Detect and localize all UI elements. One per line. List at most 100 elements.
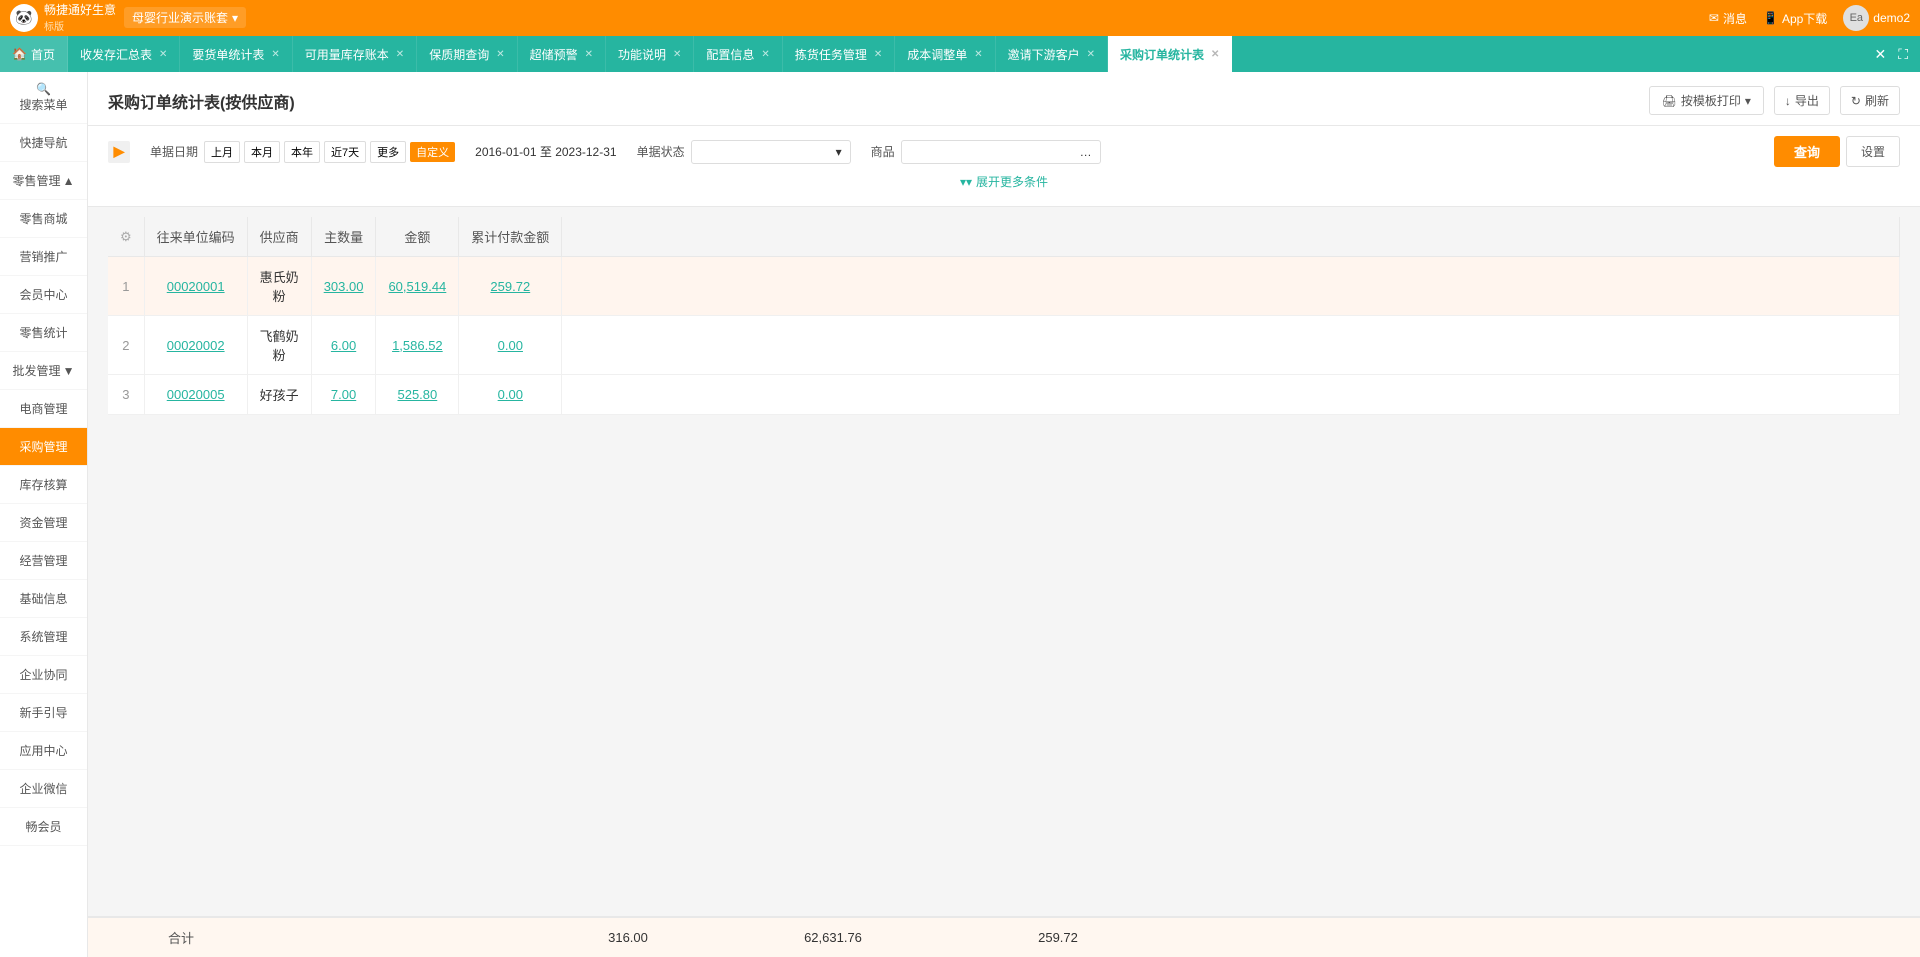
query-button[interactable]: 查询 [1774, 136, 1840, 167]
sidebar-item-lingshoutongji[interactable]: 零售统计 [0, 314, 87, 352]
qty-link[interactable]: 303.00 [324, 279, 364, 294]
sidebar-search[interactable]: 🔍 搜索菜单 [0, 72, 87, 124]
tab-chengbentiaozhen[interactable]: 成本调整单 ✕ [895, 36, 995, 72]
sidebar-item-huiyuanzhongxin[interactable]: 会员中心 [0, 276, 87, 314]
main-layout: 🔍 搜索菜单 快捷导航 零售管理 ▲ 零售商城 营销推广 会员中心 零售统计 批… [0, 72, 1920, 957]
expand-button[interactable]: ▾▾ 展开更多条件 [960, 173, 1048, 190]
expand-label: 展开更多条件 [976, 173, 1048, 190]
col-empty [562, 217, 1900, 257]
tab-yaoqingxiayou-close-icon[interactable]: ✕ [1087, 49, 1095, 60]
sidebar-item-caigouguanli[interactable]: 采购管理 [0, 428, 87, 466]
code-link[interactable]: 00020005 [167, 387, 225, 402]
expand-row: ▾▾ 展开更多条件 [108, 167, 1900, 196]
tab-yaohuo[interactable]: 要货单统计表 ✕ [180, 36, 292, 72]
tab-peizhi[interactable]: 配置信息 ✕ [694, 36, 782, 72]
sidebar-item-changhui[interactable]: 畅会员 [0, 808, 87, 846]
table-body: 1 00020001 惠氏奶粉 303.00 60,519.44 259.72 … [108, 257, 1900, 415]
table-row: 2 00020002 飞鹤奶粉 6.00 1,586.52 0.00 [108, 316, 1900, 375]
sidebar-item-zijinguanli[interactable]: 资金管理 [0, 504, 87, 542]
user-area[interactable]: Ea demo2 [1843, 5, 1910, 31]
tab-gongneng-close-icon[interactable]: ✕ [673, 49, 681, 60]
nav-expand-icon[interactable]: ⛶ [1894, 42, 1912, 67]
amount-link[interactable]: 525.80 [397, 387, 437, 402]
summary-paid: 259.72 [968, 930, 1148, 945]
tab-keyongliang[interactable]: 可用量库存账本 ✕ [293, 36, 417, 72]
filter-toggle-button[interactable]: ▶ [108, 141, 130, 163]
logo-icon: 🐼 [10, 4, 38, 32]
sidebar-item-dianshanguanli[interactable]: 电商管理 [0, 390, 87, 428]
tab-gongneng[interactable]: 功能说明 ✕ [606, 36, 694, 72]
paid-link[interactable]: 259.72 [490, 279, 530, 294]
sidebar-quick-nav[interactable]: 快捷导航 [0, 124, 87, 162]
sidebar-changhui-label: 畅会员 [25, 820, 61, 834]
date-btn-7-days[interactable]: 近7天 [324, 141, 366, 163]
code-link[interactable]: 00020001 [167, 279, 225, 294]
sidebar-jingying-label: 经营管理 [19, 554, 67, 568]
paid-link[interactable]: 0.00 [498, 387, 523, 402]
workspace-selector[interactable]: 母婴行业演示账套 ▾ [124, 7, 246, 28]
status-select[interactable]: ▾ [691, 140, 851, 164]
sidebar-item-lingshoujingying[interactable]: 零售管理 ▲ [0, 162, 87, 200]
sidebar-item-xitonggaunli[interactable]: 系统管理 [0, 618, 87, 656]
date-btn-ben-yue[interactable]: 本月 [244, 141, 280, 163]
filter-date-range-item: 2016-01-01 至 2023-12-31 [475, 143, 616, 160]
sidebar-pifahguanli-arrow-icon: ▼ [63, 364, 75, 378]
tab-caigoudingtongji[interactable]: 采购订单统计表 ✕ [1108, 36, 1232, 72]
sidebar-item-yingxiaotuiguang[interactable]: 营销推广 [0, 238, 87, 276]
table-row: 3 00020005 好孩子 7.00 525.80 0.00 [108, 375, 1900, 415]
sidebar-item-jichuxinxi[interactable]: 基础信息 [0, 580, 87, 618]
row-empty [562, 375, 1900, 415]
sidebar-item-qiyexietong[interactable]: 企业协同 [0, 656, 87, 694]
data-table: ⚙ 往来单位编码 供应商 主数量 金额 累计付款金额 1 00020001 惠氏… [108, 217, 1900, 415]
export-button[interactable]: ↓ 导出 [1774, 86, 1830, 115]
app-download-label: App下载 [1782, 10, 1827, 27]
message-btn[interactable]: ✉ 消息 [1709, 10, 1747, 27]
qty-link[interactable]: 6.00 [331, 338, 356, 353]
tab-paihuorenwu[interactable]: 拣货任务管理 ✕ [783, 36, 895, 72]
qty-link[interactable]: 7.00 [331, 387, 356, 402]
settings-button[interactable]: 设置 [1846, 136, 1900, 167]
tab-keyongliang-close-icon[interactable]: ✕ [396, 49, 404, 60]
date-custom-tag[interactable]: 自定义 [410, 142, 455, 162]
print-button[interactable]: 🖨 按模板打印 ▾ [1649, 86, 1764, 115]
sidebar-lingshoutongji-label: 零售统计 [19, 326, 67, 340]
goods-select[interactable]: … [901, 140, 1101, 164]
sidebar-item-pifahguanli[interactable]: 批发管理 ▼ [0, 352, 87, 390]
col-settings-icon[interactable]: ⚙ [120, 229, 132, 244]
date-btn-ben-nian[interactable]: 本年 [284, 141, 320, 163]
refresh-button[interactable]: ↻ 刷新 [1840, 86, 1900, 115]
tab-yaohuo-close-icon[interactable]: ✕ [271, 49, 279, 60]
row-paid: 0.00 [459, 375, 562, 415]
row-amount: 1,586.52 [376, 316, 459, 375]
date-btn-more[interactable]: 更多 [370, 141, 406, 163]
paid-link[interactable]: 0.00 [498, 338, 523, 353]
tab-chengbentiaozhen-close-icon[interactable]: ✕ [974, 49, 982, 60]
sidebar-item-lingshougouwu[interactable]: 零售商城 [0, 200, 87, 238]
filter-goods-item: 商品 … [871, 140, 1101, 164]
row-index: 2 [108, 316, 144, 375]
tab-yaoqingxiayou[interactable]: 邀请下游客户 ✕ [996, 36, 1108, 72]
tab-shoufayuhui-close-icon[interactable]: ✕ [159, 49, 167, 60]
logo-sub: 标版 [44, 18, 116, 33]
tab-chaochu[interactable]: 超储预警 ✕ [518, 36, 606, 72]
amount-link[interactable]: 60,519.44 [388, 279, 446, 294]
tab-shoufayuhui[interactable]: 收发存汇总表 ✕ [68, 36, 180, 72]
tab-chaochu-close-icon[interactable]: ✕ [585, 49, 593, 60]
tab-peizhi-close-icon[interactable]: ✕ [761, 49, 769, 60]
tab-baoyuanqi-close-icon[interactable]: ✕ [496, 49, 504, 60]
sidebar-item-jingying[interactable]: 经营管理 [0, 542, 87, 580]
date-btn-shang-yue[interactable]: 上月 [204, 141, 240, 163]
sidebar-item-yingyongzhongxin[interactable]: 应用中心 [0, 732, 87, 770]
app-download-btn[interactable]: 📱 App下载 [1763, 10, 1827, 27]
amount-link[interactable]: 1,586.52 [392, 338, 443, 353]
tab-baoyuanqi[interactable]: 保质期查询 ✕ [417, 36, 517, 72]
sidebar-item-qiyeweixin[interactable]: 企业微信 [0, 770, 87, 808]
search-icon: 🔍 [36, 82, 51, 96]
sidebar-item-kucunhesuan[interactable]: 库存核算 [0, 466, 87, 504]
tab-caigoudingtongji-close-icon[interactable]: ✕ [1211, 49, 1219, 60]
tab-home[interactable]: 🏠 首页 [0, 36, 68, 72]
tab-paihuorenwu-close-icon[interactable]: ✕ [874, 49, 882, 60]
sidebar-item-xinshouyindao[interactable]: 新手引导 [0, 694, 87, 732]
nav-close-icon[interactable]: ✕ [1870, 42, 1890, 67]
code-link[interactable]: 00020002 [167, 338, 225, 353]
